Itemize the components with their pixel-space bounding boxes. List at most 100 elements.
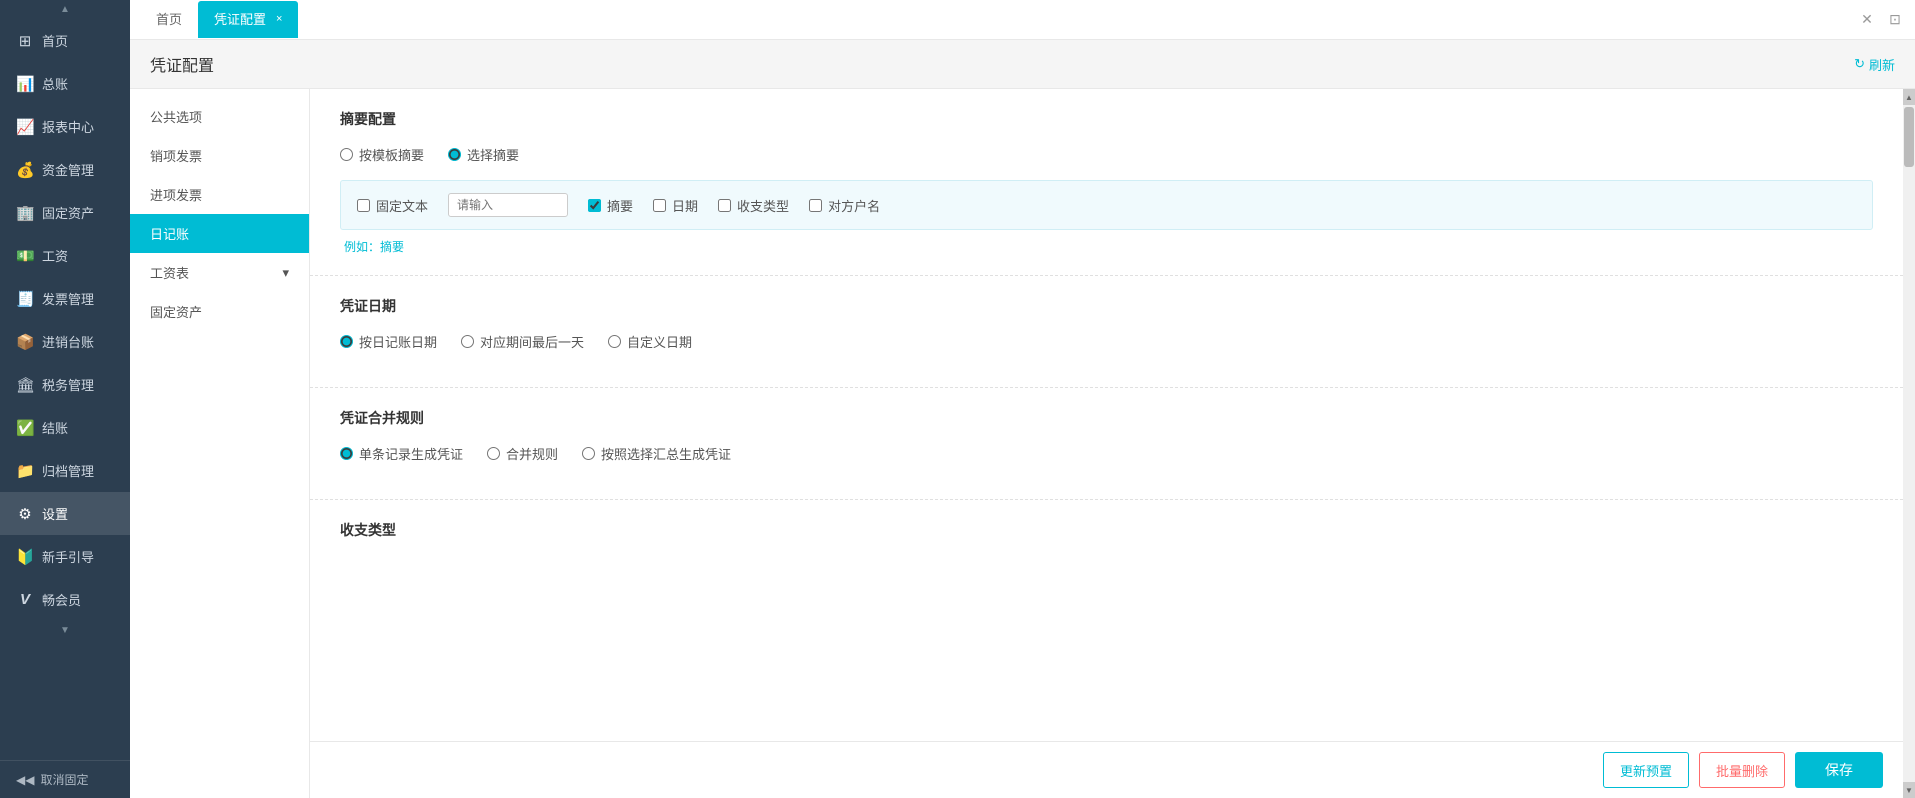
sidebar-scroll-down[interactable]: ▼ xyxy=(0,621,130,640)
refresh-button[interactable]: ↻ 刷新 xyxy=(1854,55,1895,74)
radio-last-day-input[interactable] xyxy=(461,335,474,348)
page-title: 凭证配置 xyxy=(150,52,214,76)
sidebar-item-label: 发票管理 xyxy=(42,289,94,308)
radio-single[interactable]: 单条记录生成凭证 xyxy=(340,444,463,463)
sidebar-item-member[interactable]: V 畅会员 xyxy=(0,578,130,621)
income-type-checkbox[interactable] xyxy=(718,199,731,212)
sidebar: ▲ ⊞ 首页 📊 总账 📈 报表中心 💰 资金管理 🏢 固定资产 💵 工资 🧾 … xyxy=(0,0,130,798)
home-icon: ⊞ xyxy=(16,32,34,50)
radio-merge[interactable]: 合并规则 xyxy=(487,444,558,463)
summary-checkbox[interactable] xyxy=(588,199,601,212)
close-window-button[interactable]: ✕ xyxy=(1857,10,1877,30)
sidebar-item-label: 首页 xyxy=(42,31,68,50)
scroll-track: ▲ ▼ xyxy=(1903,89,1915,798)
sidebar-item-settlement[interactable]: ✅ 结账 xyxy=(0,406,130,449)
pin-icon: ◀◀ xyxy=(16,773,34,787)
summary-config-section: 摘要配置 按模板摘要 选择摘要 固定文本 xyxy=(310,89,1903,276)
voucher-date-radio-group: 按日记账日期 对应期间最后一天 自定义日期 xyxy=(340,332,1873,351)
reports-icon: 📈 xyxy=(16,118,34,136)
checkbox-summary[interactable]: 摘要 xyxy=(588,196,633,215)
sidebar-item-funds[interactable]: 💰 资金管理 xyxy=(0,148,130,191)
left-nav-purchase-invoice[interactable]: 进项发票 xyxy=(130,175,309,214)
invoice-icon: 🧾 xyxy=(16,290,34,308)
chevron-down-icon: ▾ xyxy=(282,265,289,281)
sidebar-item-settings[interactable]: ⚙ 设置 xyxy=(0,492,130,535)
left-nav-journal[interactable]: 日记账 xyxy=(130,214,309,253)
sidebar-item-label: 进销台账 xyxy=(42,332,94,351)
sidebar-cancel-fixed[interactable]: ◀◀ 取消固定 xyxy=(0,760,130,798)
voucher-date-title: 凭证日期 xyxy=(340,296,1873,316)
sidebar-item-home[interactable]: ⊞ 首页 xyxy=(0,19,130,62)
right-content: 摘要配置 按模板摘要 选择摘要 固定文本 xyxy=(310,89,1903,798)
radio-by-journal-date[interactable]: 按日记账日期 xyxy=(340,332,437,351)
radio-select-summary-input[interactable] xyxy=(448,148,461,161)
voucher-date-section: 凭证日期 按日记账日期 对应期间最后一天 自定义日期 xyxy=(310,276,1903,388)
summary-checkbox-row: 固定文本 摘要 日期 收支类型 xyxy=(340,180,1873,230)
update-preset-button[interactable]: 更新预置 xyxy=(1603,752,1689,788)
sidebar-item-label: 结账 xyxy=(42,418,68,437)
radio-last-day[interactable]: 对应期间最后一天 xyxy=(461,332,584,351)
tax-icon: 🏛 xyxy=(16,376,34,394)
guide-icon: 🔰 xyxy=(16,548,34,566)
tab-bar: 首页 凭证配置 × ✕ ⊡ xyxy=(130,0,1915,40)
sidebar-item-reports[interactable]: 📈 报表中心 xyxy=(0,105,130,148)
checkbox-counterpart[interactable]: 对方户名 xyxy=(809,196,880,215)
counterpart-checkbox[interactable] xyxy=(809,199,822,212)
sidebar-item-label: 资金管理 xyxy=(42,160,94,179)
checkbox-income-type[interactable]: 收支类型 xyxy=(718,196,789,215)
tab-home[interactable]: 首页 xyxy=(140,1,198,38)
sidebar-item-label: 税务管理 xyxy=(42,375,94,394)
sidebar-item-tax[interactable]: 🏛 税务管理 xyxy=(0,363,130,406)
sidebar-item-purchase-sales[interactable]: 📦 进销台账 xyxy=(0,320,130,363)
sidebar-item-guide[interactable]: 🔰 新手引导 xyxy=(0,535,130,578)
radio-template-summary[interactable]: 按模板摘要 xyxy=(340,145,424,164)
tab-close-icon[interactable]: × xyxy=(276,13,282,25)
sidebar-item-assets[interactable]: 🏢 固定资产 xyxy=(0,191,130,234)
radio-summary-generate-input[interactable] xyxy=(582,447,595,460)
checkbox-date[interactable]: 日期 xyxy=(653,196,698,215)
scroll-down-arrow[interactable]: ▼ xyxy=(1903,782,1915,798)
salary-icon: 💵 xyxy=(16,247,34,265)
save-button[interactable]: 保存 xyxy=(1795,752,1883,788)
maximize-window-button[interactable]: ⊡ xyxy=(1885,10,1905,30)
sidebar-item-label: 新手引导 xyxy=(42,547,94,566)
fixed-text-checkbox[interactable] xyxy=(357,199,370,212)
refresh-icon: ↻ xyxy=(1854,56,1865,72)
batch-delete-button[interactable]: 批量删除 xyxy=(1699,752,1785,788)
ledger-icon: 📊 xyxy=(16,75,34,93)
left-nav-fixed-assets[interactable]: 固定资产 xyxy=(130,292,309,331)
radio-merge-input[interactable] xyxy=(487,447,500,460)
radio-summary-generate[interactable]: 按照选择汇总生成凭证 xyxy=(582,444,731,463)
page-header: 凭证配置 ↻ 刷新 xyxy=(130,40,1915,89)
left-nav-sales-invoice[interactable]: 销项发票 xyxy=(130,136,309,175)
sidebar-scroll-up[interactable]: ▲ xyxy=(0,0,130,19)
radio-single-input[interactable] xyxy=(340,447,353,460)
radio-custom-date[interactable]: 自定义日期 xyxy=(608,332,692,351)
left-nav-public[interactable]: 公共选项 xyxy=(130,97,309,136)
sidebar-item-label: 归档管理 xyxy=(42,461,94,480)
sidebar-item-invoice-mgmt[interactable]: 🧾 发票管理 xyxy=(0,277,130,320)
radio-select-summary[interactable]: 选择摘要 xyxy=(448,145,519,164)
date-checkbox[interactable] xyxy=(653,199,666,212)
sidebar-item-label: 报表中心 xyxy=(42,117,94,136)
radio-by-journal-date-input[interactable] xyxy=(340,335,353,348)
scroll-thumb[interactable] xyxy=(1904,107,1914,167)
checkbox-fixed-text[interactable]: 固定文本 xyxy=(357,196,428,215)
main-area: 首页 凭证配置 × ✕ ⊡ 凭证配置 ↻ 刷新 公共选项 销项发票 进 xyxy=(130,0,1915,798)
archive-icon: 📁 xyxy=(16,462,34,480)
left-nav-payroll[interactable]: 工资表 ▾ xyxy=(130,253,309,292)
fixed-text-input[interactable] xyxy=(448,193,568,217)
tab-voucher-config[interactable]: 凭证配置 × xyxy=(198,1,298,38)
tab-bar-right: ✕ ⊡ xyxy=(1857,10,1905,30)
example-text: 例如：摘要 xyxy=(340,238,1873,255)
sidebar-item-ledger[interactable]: 📊 总账 xyxy=(0,62,130,105)
radio-template-summary-input[interactable] xyxy=(340,148,353,161)
scroll-up-arrow[interactable]: ▲ xyxy=(1903,89,1915,105)
member-icon: V xyxy=(16,591,34,608)
radio-custom-date-input[interactable] xyxy=(608,335,621,348)
merge-rules-section: 凭证合并规则 单条记录生成凭证 合并规则 按照选择汇总生成凭证 xyxy=(310,388,1903,500)
sidebar-item-salary[interactable]: 💵 工资 xyxy=(0,234,130,277)
sidebar-item-archive[interactable]: 📁 归档管理 xyxy=(0,449,130,492)
income-type-title: 收支类型 xyxy=(340,520,1873,540)
sidebar-item-label: 固定资产 xyxy=(42,203,94,222)
